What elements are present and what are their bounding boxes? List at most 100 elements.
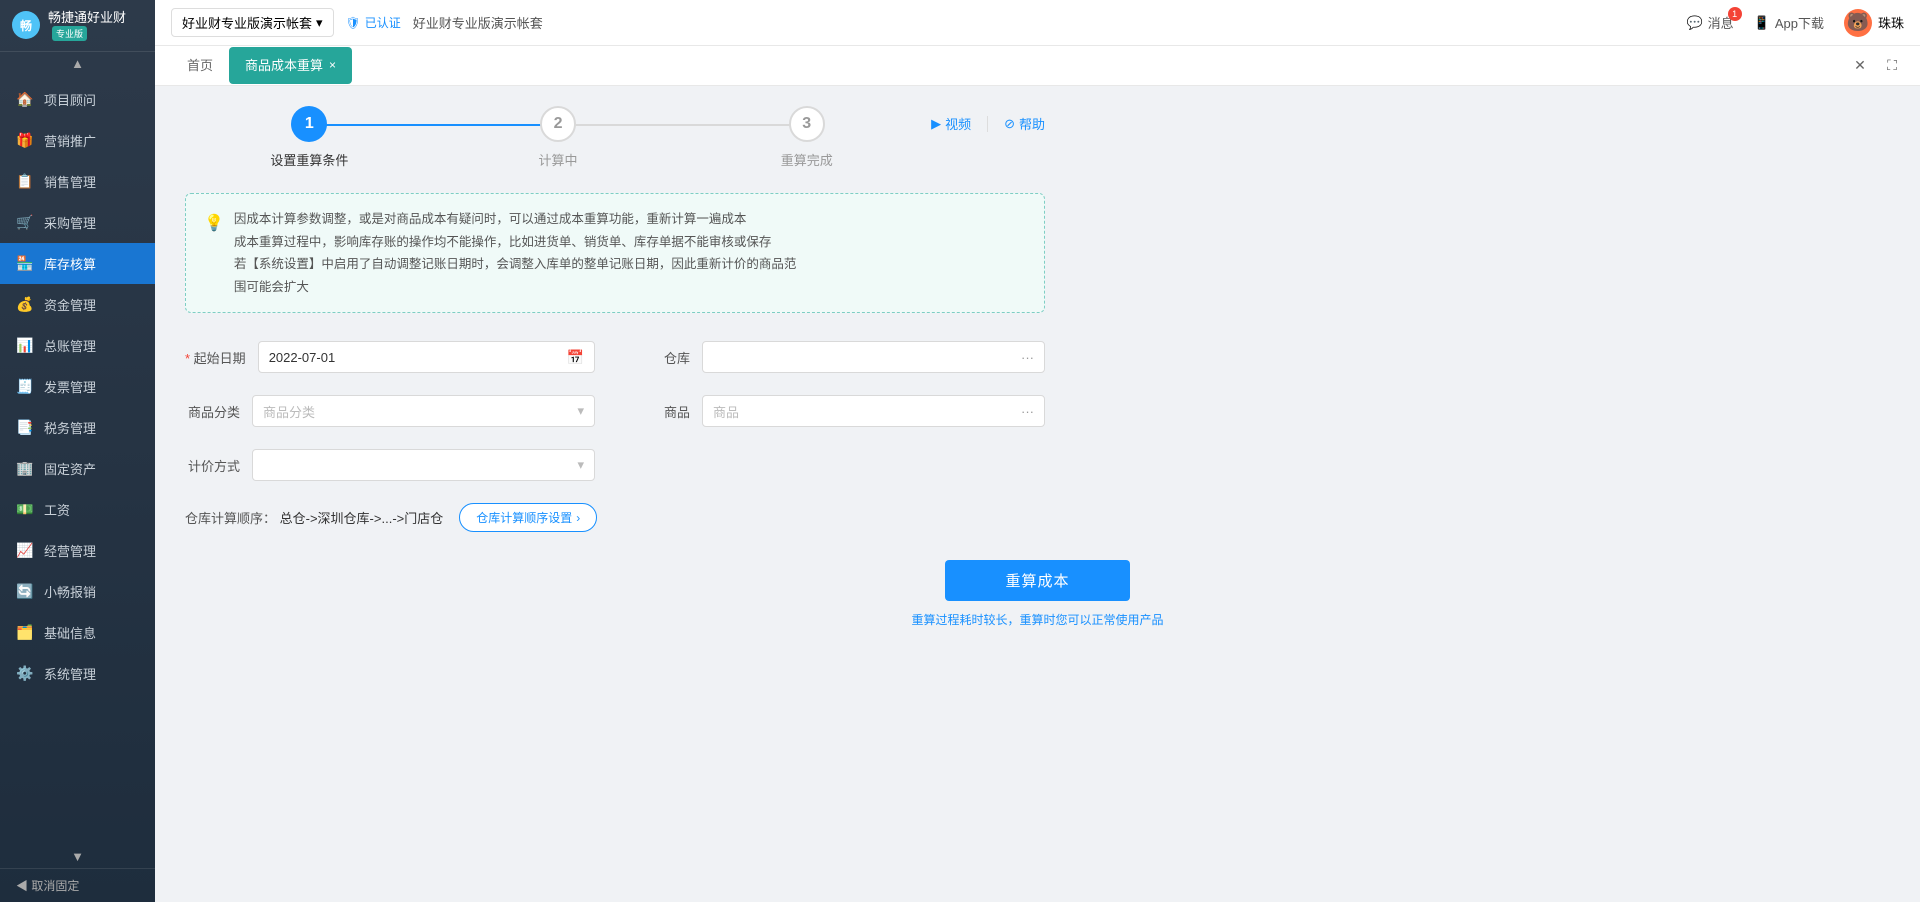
help-icon: ⊘ [1004, 116, 1015, 132]
sidebar-item-assets[interactable]: 🏢 固定资产 [0, 448, 155, 489]
inventory-icon: 🏪 [16, 254, 34, 272]
sidebar-item-label: 销售管理 [44, 172, 96, 191]
assets-icon: 🏢 [16, 459, 34, 477]
tax-icon: 📑 [16, 418, 34, 436]
sidebar-item-label: 项目顾问 [44, 90, 96, 109]
marketing-icon: 🎁 [16, 131, 34, 149]
message-button[interactable]: 💬 消息 1 [1686, 13, 1733, 32]
sidebar-scroll-down[interactable]: ▼ [0, 845, 155, 868]
category-field: 商品分类 商品分类 ▾ [185, 395, 595, 427]
tab-close-window-button[interactable]: ✕ [1848, 54, 1872, 78]
step-3-label: 重算完成 [781, 150, 833, 169]
sidebar-item-operation[interactable]: 📈 经营管理 [0, 530, 155, 571]
sidebar-item-sales[interactable]: 📋 销售管理 [0, 161, 155, 202]
category-select[interactable]: 商品分类 ▾ [252, 395, 595, 427]
shield-icon: 🛡 [346, 16, 361, 30]
pricing-field: 计价方式 ▾ [185, 449, 595, 481]
tab-home[interactable]: 首页 [171, 47, 229, 84]
sidebar-logo: 畅 畅捷通好业财 专业版 [0, 0, 155, 52]
message-icon: 💬 [1686, 15, 1702, 31]
warehouse-input[interactable]: ··· [702, 341, 1045, 373]
sidebar-item-marketing[interactable]: 🎁 营销推广 [0, 120, 155, 161]
form-row-2: 商品分类 商品分类 ▾ 商品 商品 ··· [185, 395, 1045, 427]
sidebar-item-expense[interactable]: 🔄 小畅报销 [0, 571, 155, 612]
salary-icon: 💵 [16, 500, 34, 518]
product-input[interactable]: 商品 ··· [702, 395, 1045, 427]
sidebar-item-finance[interactable]: 💰 资金管理 [0, 284, 155, 325]
app-logo-icon: 畅 [12, 11, 40, 39]
sidebar-item-inventory[interactable]: 🏪 库存核算 [0, 243, 155, 284]
warehouse-order-row: 仓库计算顺序： 总仓->深圳仓库->...->门店仓 仓库计算顺序设置 › [185, 503, 1045, 532]
tab-close-icon[interactable]: × [329, 58, 336, 72]
sidebar-item-tax[interactable]: 📑 税务管理 [0, 407, 155, 448]
play-icon: ▶ [931, 116, 941, 132]
user-menu[interactable]: 🐻 珠珠 [1844, 9, 1904, 37]
main-area: 好业财专业版演示帐套 ▾ 🛡 已认证 好业财专业版演示帐套 💬 消息 1 📱 A… [155, 0, 1920, 902]
form-row-1: 起始日期 2022-07-01 📅 仓库 ··· [185, 341, 1045, 373]
sidebar-item-label: 工资 [44, 500, 70, 519]
sidebar-item-label: 固定资产 [44, 459, 96, 478]
warehouse-order-settings-button[interactable]: 仓库计算顺序设置 › [459, 503, 597, 532]
tabs-actions: ✕ ⛶ [1848, 54, 1904, 78]
sidebar-item-accounting[interactable]: 📊 总账管理 [0, 325, 155, 366]
step-3-circle: 3 [789, 106, 825, 142]
step-1: 1 设置重算条件 [185, 106, 434, 169]
recalculate-button[interactable]: 重算成本 [945, 560, 1129, 601]
account-name: 好业财专业版演示帐套 [182, 13, 312, 32]
app-download-button[interactable]: 📱 App下载 [1754, 13, 1824, 32]
start-date-field: 起始日期 2022-07-01 📅 [185, 341, 595, 373]
info-box: 💡 因成本计算参数调整，或是对商品成本有疑问时，可以通过成本重算功能，重新计算一… [185, 193, 1045, 313]
sidebar-item-label: 税务管理 [44, 418, 96, 437]
sales-icon: 📋 [16, 172, 34, 190]
video-link[interactable]: ▶ 视频 [931, 114, 971, 133]
step-1-circle: 1 [291, 106, 327, 142]
form-section: 起始日期 2022-07-01 📅 仓库 ··· 商品分 [185, 341, 1045, 532]
sidebar-scroll-up[interactable]: ▲ [0, 52, 155, 75]
step-2-label: 计算中 [539, 150, 578, 169]
tab-cost-recalculate[interactable]: 商品成本重算 × [229, 47, 352, 84]
tabs-bar: 首页 商品成本重算 × ✕ ⛶ [155, 46, 1920, 86]
help-link[interactable]: ⊘ 帮助 [1004, 114, 1045, 133]
step-2: 2 计算中 [434, 106, 683, 169]
operation-icon: 📈 [16, 541, 34, 559]
verified-account-name: 好业财专业版演示帐套 [413, 13, 543, 32]
finance-icon: 💰 [16, 295, 34, 313]
sidebar-item-label: 发票管理 [44, 377, 96, 396]
sidebar-item-label: 小畅报销 [44, 582, 96, 601]
recalculate-hint: 重算过程耗时较长，重算时您可以正常使用产品 [911, 611, 1163, 628]
purchase-icon: 🛒 [16, 213, 34, 231]
sidebar-item-basic[interactable]: 🗂️ 基础信息 [0, 612, 155, 653]
stepper-actions: ▶ 视频 ⊘ 帮助 [931, 106, 1045, 133]
info-text: 因成本计算参数调整，或是对商品成本有疑问时，可以通过成本重算功能，重新计算一遍成… [234, 208, 797, 298]
sidebar-unpin-button[interactable]: ◀ 取消固定 [0, 868, 155, 902]
warehouse-order-label: 仓库计算顺序： 总仓->深圳仓库->...->门店仓 [185, 508, 443, 527]
system-icon: ⚙️ [16, 664, 34, 682]
category-placeholder: 商品分类 [263, 402, 315, 421]
product-ellipsis-icon[interactable]: ··· [1021, 404, 1034, 419]
notification-badge: 1 [1728, 7, 1742, 21]
pricing-select[interactable]: ▾ [252, 449, 595, 481]
warehouse-field: 仓库 ··· [635, 341, 1045, 373]
warehouse-label: 仓库 [635, 348, 690, 367]
info-icon: 💡 [204, 210, 224, 298]
sidebar-item-label: 营销推广 [44, 131, 96, 150]
sidebar-item-system[interactable]: ⚙️ 系统管理 [0, 653, 155, 694]
chevron-down-icon: ▾ [577, 403, 584, 419]
sidebar-item-project[interactable]: 🏠 项目顾问 [0, 79, 155, 120]
sidebar: 畅 畅捷通好业财 专业版 ▲ 🏠 项目顾问 🎁 营销推广 📋 销售管理 🛒 采购… [0, 0, 155, 902]
sidebar-item-salary[interactable]: 💵 工资 [0, 489, 155, 530]
chevron-right-icon: › [576, 511, 580, 525]
tab-expand-button[interactable]: ⛶ [1880, 54, 1904, 78]
start-date-input[interactable]: 2022-07-01 📅 [258, 341, 595, 373]
chevron-down-icon: ▾ [316, 15, 323, 31]
product-placeholder: 商品 [713, 402, 739, 421]
verified-badge: 🛡 已认证 [346, 14, 401, 31]
account-selector[interactable]: 好业财专业版演示帐套 ▾ [171, 8, 334, 37]
sidebar-item-invoice[interactable]: 🧾 发票管理 [0, 366, 155, 407]
sidebar-item-label: 库存核算 [44, 254, 96, 273]
sidebar-item-purchase[interactable]: 🛒 采购管理 [0, 202, 155, 243]
sidebar-item-label: 资金管理 [44, 295, 96, 314]
warehouse-ellipsis-icon[interactable]: ··· [1021, 350, 1034, 365]
chevron-down-icon-pricing: ▾ [577, 457, 584, 473]
divider [987, 116, 988, 132]
